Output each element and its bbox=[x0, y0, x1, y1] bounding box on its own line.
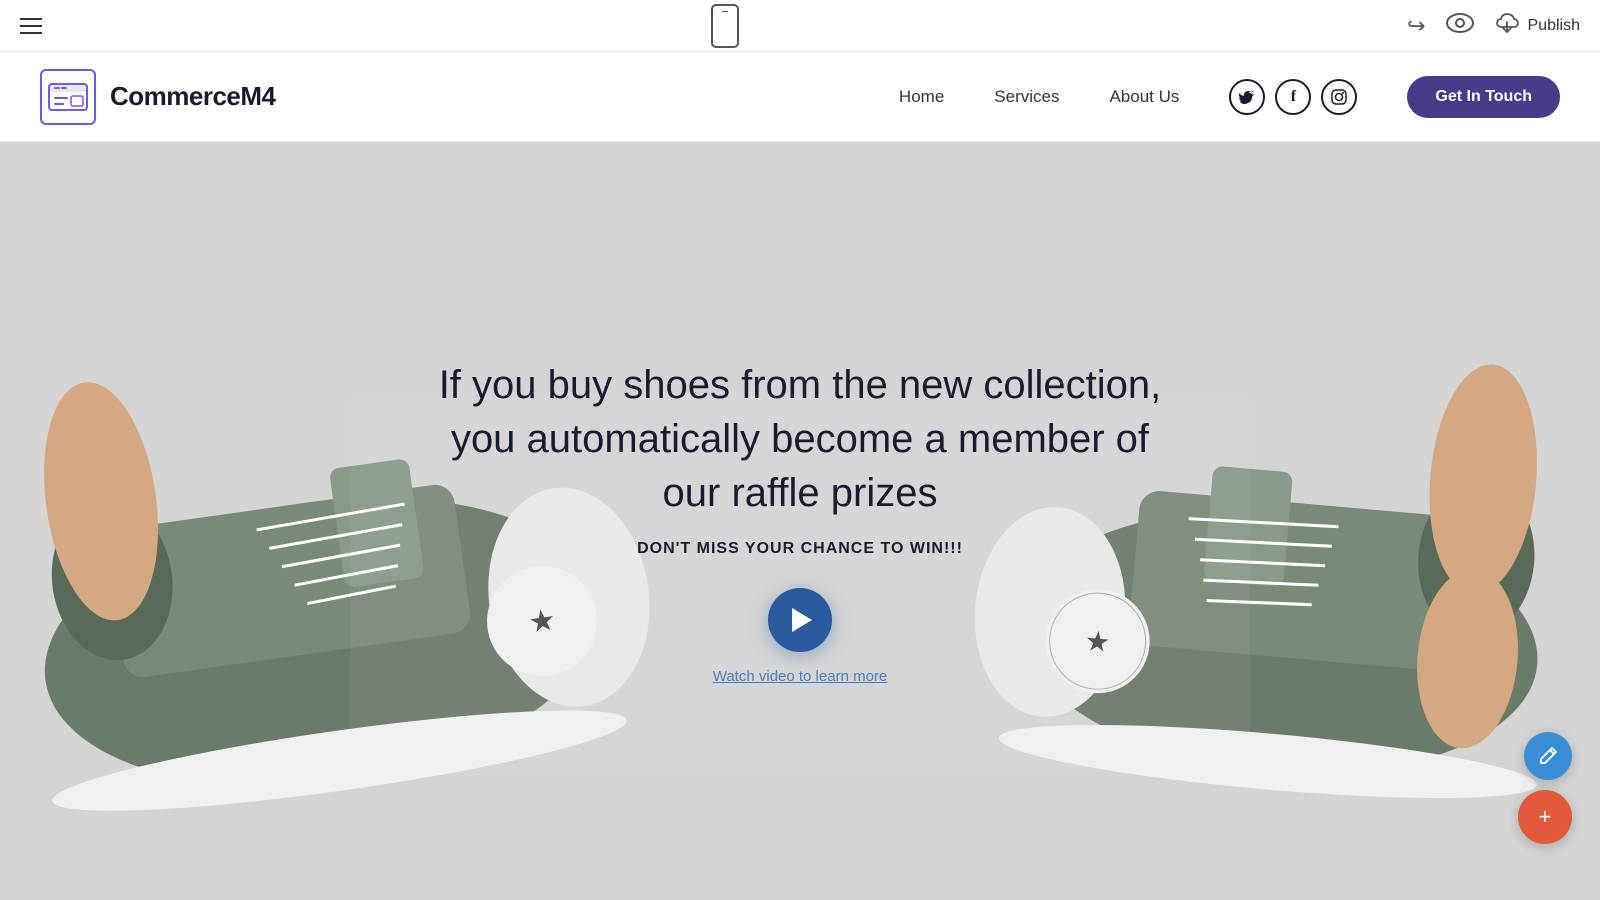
nav-links: Home Services About Us bbox=[899, 87, 1179, 107]
facebook-icon[interactable]: f bbox=[1275, 79, 1311, 115]
nav-item-about[interactable]: About Us bbox=[1109, 87, 1179, 107]
hero-section: ★ bbox=[0, 142, 1600, 900]
play-triangle-icon bbox=[792, 608, 812, 632]
publish-label: Publish bbox=[1528, 17, 1580, 35]
hero-subheadline: DON'T MISS YOUR CHANCE TO WIN!!! bbox=[637, 540, 963, 558]
toolbar: ↩ Publish bbox=[0, 0, 1600, 52]
instagram-icon[interactable] bbox=[1321, 79, 1357, 115]
nav-link-about[interactable]: About Us bbox=[1109, 87, 1179, 106]
logo-text: CommerceM4 bbox=[110, 81, 276, 112]
hamburger-menu-icon[interactable] bbox=[20, 18, 42, 34]
undo-icon[interactable]: ↩ bbox=[1407, 13, 1425, 39]
publish-cloud-icon bbox=[1494, 12, 1520, 40]
hero-background: ★ bbox=[0, 142, 1600, 900]
logo-icon bbox=[40, 69, 96, 125]
eye-preview-icon[interactable] bbox=[1446, 13, 1474, 38]
toolbar-center bbox=[711, 4, 739, 48]
publish-button[interactable]: Publish bbox=[1494, 12, 1580, 40]
video-play-wrapper: Watch video to learn more bbox=[713, 588, 888, 685]
nav-item-services[interactable]: Services bbox=[994, 87, 1059, 107]
hero-headline: If you buy shoes from the new collection… bbox=[425, 358, 1175, 520]
social-icons: f bbox=[1229, 79, 1357, 115]
hamburger-line-1 bbox=[20, 18, 42, 20]
mobile-preview-icon[interactable] bbox=[711, 4, 739, 48]
site-header: CommerceM4 Home Services About Us f bbox=[0, 52, 1600, 142]
hamburger-line-2 bbox=[20, 25, 42, 27]
play-video-button[interactable] bbox=[768, 588, 832, 652]
hamburger-line-3 bbox=[20, 32, 42, 34]
toolbar-right: ↩ Publish bbox=[1407, 12, 1580, 40]
toolbar-left bbox=[20, 18, 42, 34]
video-link-label[interactable]: Watch video to learn more bbox=[713, 668, 888, 685]
nav-item-home[interactable]: Home bbox=[899, 87, 944, 107]
plus-icon: + bbox=[1539, 806, 1552, 828]
nav-area: Home Services About Us f bbox=[899, 76, 1560, 118]
fab-add-button[interactable]: + bbox=[1518, 790, 1572, 844]
nav-link-services[interactable]: Services bbox=[994, 87, 1059, 106]
nav-link-home[interactable]: Home bbox=[899, 87, 944, 106]
hero-content: If you buy shoes from the new collection… bbox=[0, 142, 1600, 900]
twitter-icon[interactable] bbox=[1229, 79, 1265, 115]
get-in-touch-button[interactable]: Get In Touch bbox=[1407, 76, 1560, 118]
fab-edit-button[interactable] bbox=[1524, 732, 1572, 780]
logo-area: CommerceM4 bbox=[40, 69, 276, 125]
